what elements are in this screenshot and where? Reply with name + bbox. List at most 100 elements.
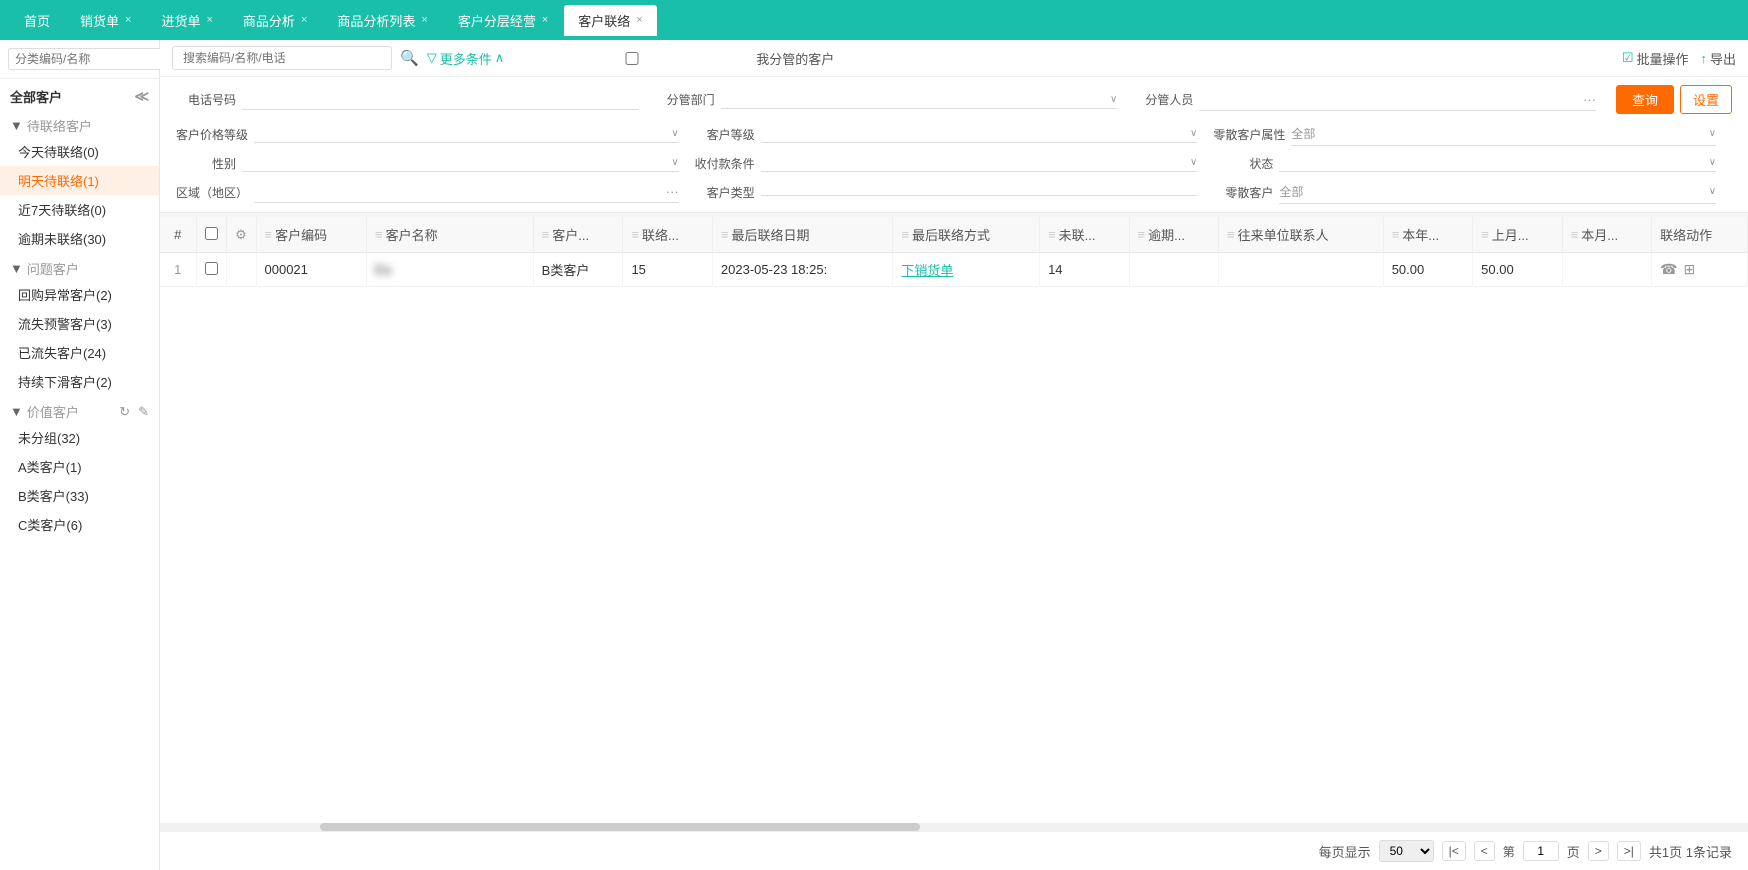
my-customers-checkbox[interactable] — [512, 52, 752, 65]
filter-row-4: 区域（地区） ··· 客户类型 零散客户 全部 ∨ — [176, 180, 1732, 204]
top-nav: 首页 销货单 × 进货单 × 商品分析 × 商品分析列表 × 客户分层经营 × … — [0, 0, 1748, 40]
customer-table: # ⚙ ≡客户编码 ≡客户名称 ≡客户... — [160, 217, 1748, 287]
payment-arrow-icon: ∨ — [1190, 157, 1197, 168]
dept-label: 分管部门 — [655, 91, 715, 108]
sidebar-item-abnormal[interactable]: 回购异常客户(2) — [0, 280, 159, 309]
price-level-select[interactable]: ∨ — [254, 125, 679, 143]
nav-customer-tier[interactable]: 客户分层经营 × — [444, 5, 562, 36]
table-header-row: # ⚙ ≡客户编码 ≡客户名称 ≡客户... — [160, 217, 1748, 253]
pending-section-header: ▼ 待联络客户 — [0, 110, 159, 137]
gender-label: 性别 — [176, 155, 236, 172]
area-dots[interactable]: ··· — [254, 181, 679, 203]
nav-sales[interactable]: 销货单 × — [66, 5, 145, 36]
retail-attr-select[interactable]: 全部 ∨ — [1291, 122, 1716, 146]
manager-dots[interactable]: ··· — [1199, 89, 1596, 111]
all-customers-header: 全部客户 ≪ — [0, 79, 159, 110]
col-last-month-sort-icon: ≡ — [1481, 227, 1489, 242]
sidebar-item-b-class[interactable]: B类客户(33) — [0, 481, 159, 510]
my-customers-checkbox-label[interactable]: 我分管的客户 — [512, 49, 834, 68]
sidebar-item-declining[interactable]: 持续下滑客户(2) — [0, 367, 159, 396]
nav-product-analysis-list[interactable]: 商品分析列表 × — [323, 5, 441, 36]
sidebar-search-input[interactable] — [8, 48, 177, 70]
setting-button[interactable]: 设置 — [1680, 85, 1732, 114]
page-number-input[interactable] — [1523, 841, 1559, 861]
batch-action-button[interactable]: ☑ 批量操作 — [1622, 49, 1689, 68]
action-contact-icon[interactable]: ☎ — [1660, 261, 1677, 278]
row-num: 1 — [160, 253, 196, 287]
total-records-label: 共1页 1条记录 — [1649, 842, 1732, 861]
page-size-label: 每页显示 — [1319, 842, 1371, 861]
close-product-analysis-list-icon[interactable]: × — [421, 14, 427, 26]
page-size-select[interactable]: 50 100 200 — [1379, 840, 1434, 862]
col-unit-sort-icon: ≡ — [1227, 227, 1235, 242]
export-button[interactable]: ↑ 导出 — [1700, 49, 1736, 68]
nav-product-analysis[interactable]: 商品分析 × — [229, 5, 321, 36]
query-button[interactable]: 查询 — [1616, 85, 1674, 114]
search-input[interactable] — [172, 46, 392, 70]
value-edit-icon[interactable]: ✎ — [138, 404, 149, 420]
close-customer-tier-icon[interactable]: × — [542, 14, 548, 26]
customer-type-label: 客户类型 — [695, 184, 755, 201]
filter-dept: 分管部门 ∨ — [655, 91, 1134, 109]
value-refresh-icon[interactable]: ↻ — [119, 404, 130, 420]
nav-home[interactable]: 首页 — [10, 5, 64, 36]
prev-page-button[interactable]: < — [1474, 841, 1495, 861]
toolbar-search-icon[interactable]: 🔍 — [400, 49, 419, 67]
sidebar-item-today[interactable]: 今天待联络(0) — [0, 137, 159, 166]
col-date-sort-icon: ≡ — [721, 227, 729, 242]
status-select[interactable]: ∨ — [1279, 154, 1716, 172]
retail-customer-select[interactable]: 全部 ∨ — [1279, 180, 1716, 204]
total-pages-label: 页 — [1567, 842, 1580, 861]
col-last-month: ≡上月... — [1473, 217, 1562, 253]
nav-customer-contact[interactable]: 客户联络 × — [564, 5, 656, 36]
sidebar-item-churn-warning[interactable]: 流失预警客户(3) — [0, 309, 159, 338]
col-this-month-sort-icon: ≡ — [1571, 227, 1579, 242]
nav-purchase[interactable]: 进货单 × — [147, 5, 226, 36]
close-sales-icon[interactable]: × — [125, 14, 131, 26]
sidebar-item-churned[interactable]: 已流失客户(24) — [0, 338, 159, 367]
sidebar-item-c-class[interactable]: C类客户(6) — [0, 510, 159, 539]
row-unit-contact — [1219, 253, 1384, 287]
select-all-checkbox[interactable] — [205, 227, 218, 240]
sidebar-item-tomorrow[interactable]: 明天待联络(1) — [0, 166, 159, 195]
filter-actions: 查询 设置 — [1612, 85, 1732, 114]
customer-level-select[interactable]: ∨ — [761, 125, 1198, 143]
sidebar-item-overdue[interactable]: 逾期未联络(30) — [0, 224, 159, 253]
filter-phone: 电话号码 — [176, 89, 655, 110]
col-gear[interactable]: ⚙ — [226, 217, 256, 253]
table-area: # ⚙ ≡客户编码 ≡客户名称 ≡客户... — [160, 217, 1748, 823]
payment-select[interactable]: ∨ — [761, 154, 1198, 172]
phone-input[interactable] — [242, 89, 639, 110]
batch-action-icon: ☑ — [1622, 50, 1634, 66]
close-purchase-icon[interactable]: × — [206, 14, 212, 26]
close-product-analysis-icon[interactable]: × — [301, 14, 307, 26]
sidebar-item-ungrouped[interactable]: 未分组(32) — [0, 423, 159, 452]
col-unit-contact: ≡往来单位联系人 — [1219, 217, 1384, 253]
row-checkbox[interactable] — [205, 262, 218, 275]
filter-icon: ▽ — [427, 50, 437, 66]
export-icon: ↑ — [1700, 51, 1707, 66]
customer-type-select[interactable] — [761, 189, 1198, 196]
next-page-button[interactable]: > — [1588, 841, 1609, 861]
col-checkbox — [196, 217, 226, 253]
dept-select[interactable]: ∨ — [721, 91, 1118, 109]
more-filter-button[interactable]: ▽ 更多条件 ∧ — [427, 49, 505, 68]
col-method-sort-icon: ≡ — [901, 227, 909, 242]
last-page-button[interactable]: >| — [1617, 841, 1641, 861]
action-more-icon[interactable]: ⊞ — [1684, 261, 1696, 278]
first-page-button[interactable]: |< — [1442, 841, 1466, 861]
filter-gender: 性别 ∨ — [176, 154, 695, 172]
main-layout: 🔍 全部客户 ≪ ▼ 待联络客户 今天待联络(0) 明天待联络(1) 近7天待联… — [0, 40, 1748, 870]
collapse-all-customers-icon[interactable]: ≪ — [134, 88, 149, 105]
sidebar-item-7days[interactable]: 近7天待联络(0) — [0, 195, 159, 224]
sidebar-item-a-class[interactable]: A类客户(1) — [0, 452, 159, 481]
price-level-label: 客户价格等级 — [176, 126, 248, 143]
col-this-month: ≡本月... — [1562, 217, 1651, 253]
page-label: 第 — [1503, 843, 1515, 860]
contact-method-link[interactable]: 下销货单 — [901, 263, 953, 278]
horizontal-scrollbar[interactable] — [160, 823, 1748, 831]
gender-select[interactable]: ∨ — [242, 154, 679, 172]
scrollbar-thumb[interactable] — [320, 823, 920, 831]
close-customer-contact-icon[interactable]: × — [636, 14, 642, 26]
row-customer-code: 000021 — [256, 253, 367, 287]
